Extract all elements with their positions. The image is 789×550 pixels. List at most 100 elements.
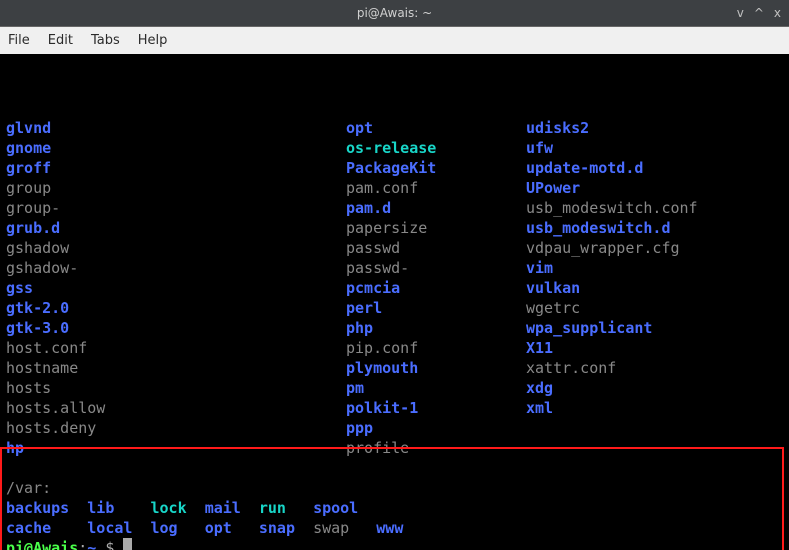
entry-col3: ufw <box>526 139 553 157</box>
var-entry: www <box>376 519 421 537</box>
listing-row: hpprofile <box>6 438 783 458</box>
entry-col2: polkit-1 <box>346 399 418 417</box>
entry-col3: vdpau_wrapper.cfg <box>526 239 680 257</box>
listing-row: gtk-2.0 perl wgetrc <box>6 298 783 318</box>
listing-row: group-pam.d usb_modeswitch.conf <box>6 198 783 218</box>
entry-col1: hostname <box>6 359 78 377</box>
entry-col3: UPower <box>526 179 580 197</box>
entry-col2: ppp <box>346 419 373 437</box>
entry-col1: group- <box>6 199 60 217</box>
entry-col2: pam.d <box>346 199 391 217</box>
entry-col2: os-release <box>346 139 436 157</box>
entry-col2: pcmcia <box>346 279 400 297</box>
var-entry: spool <box>313 499 376 517</box>
terminal-window: pi@Awais: ~ v ^ x File Edit Tabs Help gl… <box>0 0 789 550</box>
listing-row: group pam.conf UPower <box>6 178 783 198</box>
var-entry: lib <box>87 499 150 517</box>
entry-col1: group <box>6 179 51 197</box>
listing-row: gnome os-release ufw <box>6 138 783 158</box>
listing-row: grub.d papersize usb_modeswitch.d <box>6 218 783 238</box>
entry-col1: gnome <box>6 139 51 157</box>
entry-col3: vulkan <box>526 279 580 297</box>
maximize-button[interactable]: ^ <box>754 6 764 20</box>
entry-col1: host.conf <box>6 339 87 357</box>
prompt-user-host: pi@Awais <box>6 539 78 550</box>
var-header: /var: <box>6 479 51 497</box>
entry-col1: grub.d <box>6 219 60 237</box>
var-entry: run <box>259 499 313 517</box>
entry-col1: glvnd <box>6 119 51 137</box>
var-entry: cache <box>6 519 87 537</box>
prompt-colon: : <box>78 539 87 550</box>
var-listing-row: backups lib lock mail run spool <box>6 498 783 518</box>
listing-row: groff PackageKit update-motd.d <box>6 158 783 178</box>
var-entry: swap <box>313 519 376 537</box>
entry-col2: papersize <box>346 219 427 237</box>
var-entry: local <box>87 519 150 537</box>
entry-col3: wgetrc <box>526 299 580 317</box>
entry-col3: wpa_supplicant <box>526 319 652 337</box>
entry-col1: gshadow- <box>6 259 78 277</box>
terminal-viewport[interactable]: glvnd opt udisks2 gnome os-release ufw groff Pa… <box>0 54 789 550</box>
entry-col1: gtk-3.0 <box>6 319 69 337</box>
entry-col3: udisks2 <box>526 119 589 137</box>
menu-help[interactable]: Help <box>138 33 168 48</box>
titlebar: pi@Awais: ~ v ^ x <box>0 0 789 26</box>
entry-col1: hp <box>6 439 24 457</box>
entry-col3: vim <box>526 259 553 277</box>
minimize-button[interactable]: v <box>737 6 744 20</box>
entry-col3: usb_modeswitch.conf <box>526 199 698 217</box>
entry-col3: usb_modeswitch.d <box>526 219 671 237</box>
menubar: File Edit Tabs Help <box>0 26 789 54</box>
entry-col3: xml <box>526 399 553 417</box>
listing-row: hosts.deny ppp <box>6 418 783 438</box>
entry-col1: gtk-2.0 <box>6 299 69 317</box>
listing-row: gshadow passwd vdpau_wrapper.cfg <box>6 238 783 258</box>
menu-edit[interactable]: Edit <box>48 33 73 48</box>
entry-col2: PackageKit <box>346 159 436 177</box>
entry-col1: groff <box>6 159 51 177</box>
entry-col1: gss <box>6 279 33 297</box>
listing-row: hostname plymouth xattr.conf <box>6 358 783 378</box>
listing-row: gtk-3.0 php wpa_supplicant <box>6 318 783 338</box>
entry-col2: opt <box>346 119 373 137</box>
entry-col2: perl <box>346 299 382 317</box>
prompt-dollar: $ <box>96 539 123 550</box>
close-button[interactable]: x <box>774 6 781 20</box>
var-entry: backups <box>6 499 87 517</box>
entry-col2: passwd- <box>346 259 409 277</box>
var-entry: lock <box>151 499 205 517</box>
entry-col1: hosts.allow <box>6 399 105 417</box>
entry-col2: passwd <box>346 239 400 257</box>
entry-col3: xattr.conf <box>526 359 616 377</box>
entry-col1: hosts.deny <box>6 419 96 437</box>
entry-col2: pip.conf <box>346 339 418 357</box>
var-listing-row: cache local log opt snap swap www <box>6 518 783 538</box>
menu-tabs[interactable]: Tabs <box>91 33 120 48</box>
listing-row: hosts.allow polkit-1 xml <box>6 398 783 418</box>
entry-col2: plymouth <box>346 359 418 377</box>
menu-file[interactable]: File <box>8 33 30 48</box>
listing-row: glvnd opt udisks2 <box>6 118 783 138</box>
entry-col2: pam.conf <box>346 179 418 197</box>
entry-col2: php <box>346 319 373 337</box>
entry-col1: hosts <box>6 379 51 397</box>
prompt-path: ~ <box>87 539 96 550</box>
var-entry: opt <box>205 519 259 537</box>
var-entry: mail <box>205 499 259 517</box>
prompt-line[interactable]: pi@Awais:~ $ <box>6 538 783 550</box>
window-title: pi@Awais: ~ <box>357 6 432 20</box>
cursor <box>123 538 132 550</box>
var-entry: log <box>151 519 205 537</box>
listing-row: hosts pm xdg <box>6 378 783 398</box>
entry-col3: X11 <box>526 339 553 357</box>
entry-col3: update-motd.d <box>526 159 643 177</box>
listing-row: host.conf pip.conf X11 <box>6 338 783 358</box>
listing-row: gshadow-passwd-vim <box>6 258 783 278</box>
window-controls: v ^ x <box>737 6 781 20</box>
entry-col3: xdg <box>526 379 553 397</box>
entry-col2: pm <box>346 379 364 397</box>
var-entry: snap <box>259 519 313 537</box>
listing-row: gss pcmcia vulkan <box>6 278 783 298</box>
entry-col1: gshadow <box>6 239 69 257</box>
